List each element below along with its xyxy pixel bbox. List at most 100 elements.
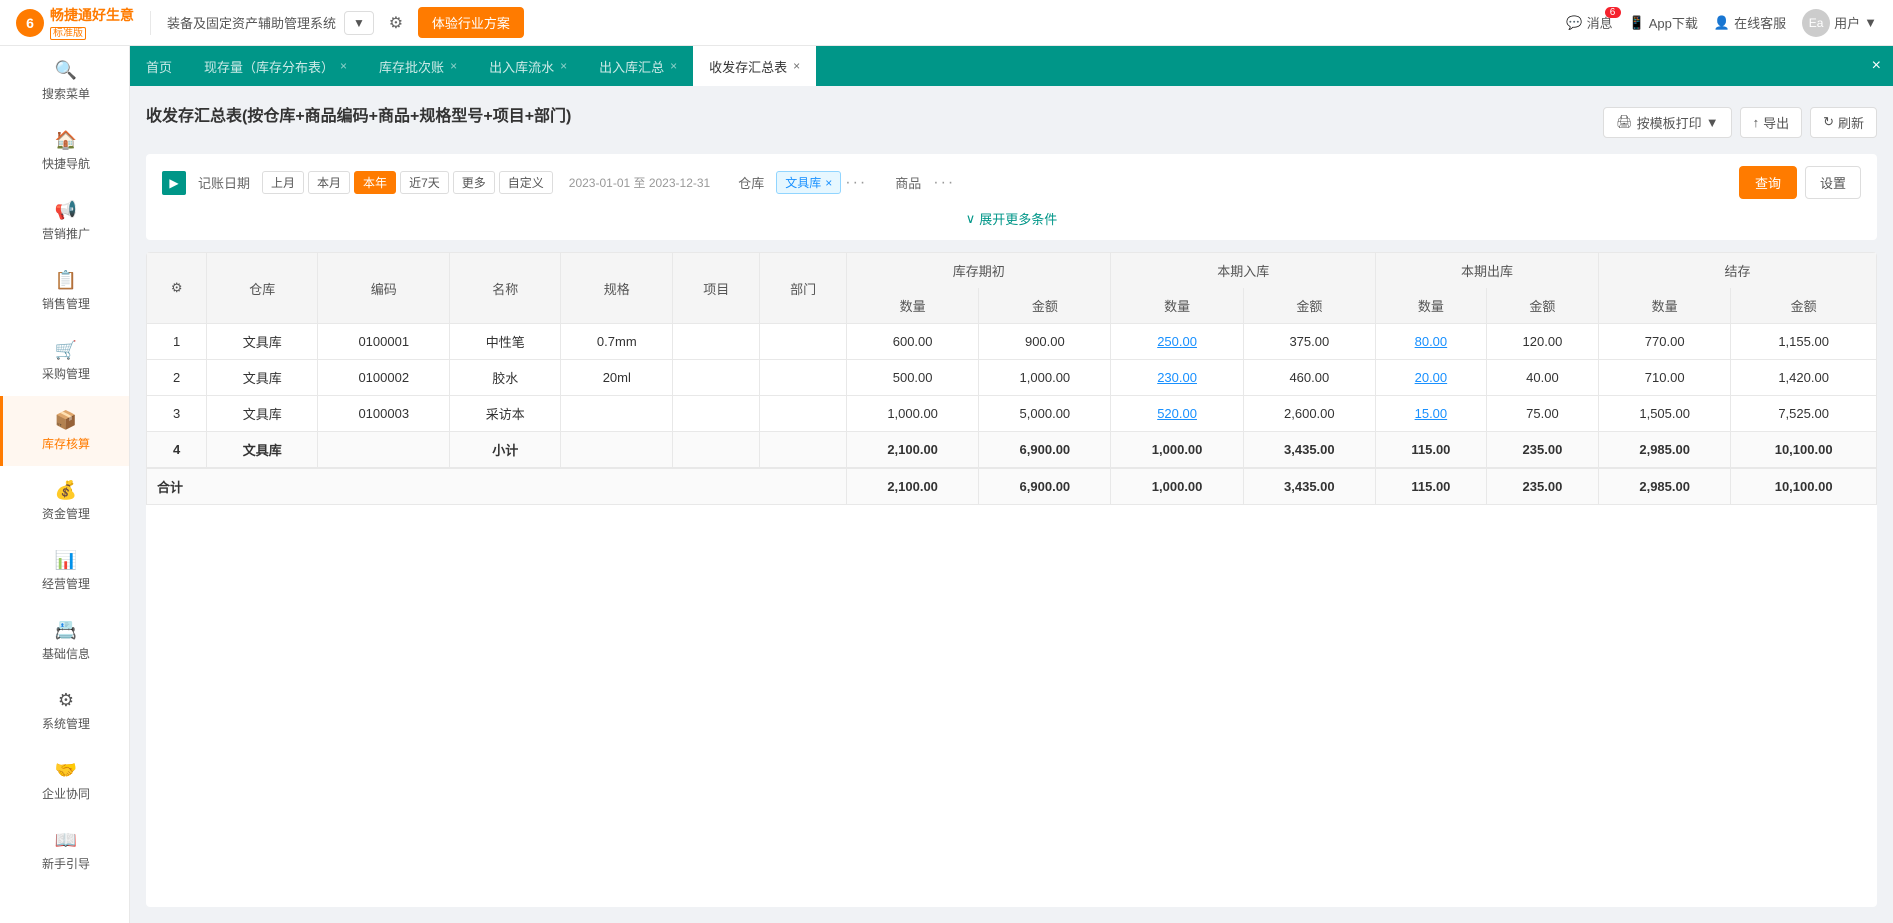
query-button[interactable]: 查询 xyxy=(1739,166,1797,199)
cell-goods-name: 中性笔 xyxy=(450,324,561,360)
table-row: 1 文具库 0100001 中性笔 0.7mm 600.00 900.00 25… xyxy=(147,324,1877,360)
th-settings[interactable]: ⚙ xyxy=(147,253,207,324)
warehouse-tag[interactable]: 文具库 × xyxy=(776,171,841,194)
sidebar-label-base-info: 基础信息 xyxy=(42,645,90,662)
finance-icon: 💰 xyxy=(55,480,77,501)
cell-in-amount: 3,435.00 xyxy=(1243,432,1375,469)
tab-current-stock[interactable]: 现存量（库存分布表） × xyxy=(188,46,363,86)
cell-out-qty[interactable]: 15.00 xyxy=(1375,396,1486,432)
date-this-year[interactable]: 本年 xyxy=(354,171,396,194)
th-closing-qty: 数量 xyxy=(1599,288,1731,324)
cell-opening-amount: 1,000.00 xyxy=(979,360,1111,396)
query-action-area: 查询 设置 xyxy=(1739,166,1861,199)
warehouse-dots[interactable]: ··· xyxy=(845,174,867,192)
cell-out-amount: 40.00 xyxy=(1486,360,1598,396)
service-icon: 👤 xyxy=(1714,15,1730,31)
online-service-button[interactable]: 👤 在线客服 xyxy=(1714,13,1786,32)
print-icon: 🖨 xyxy=(1616,114,1633,130)
sidebar-item-inventory[interactable]: 📦 库存核算 xyxy=(0,396,129,466)
tab-bar: 首页 现存量（库存分布表） × 库存批次账 × 出入库流水 × 出入库汇总 × … xyxy=(130,46,1893,86)
tab-receive-send[interactable]: 收发存汇总表 × xyxy=(693,46,816,86)
sidebar-label-system: 系统管理 xyxy=(42,715,90,732)
cell-in-qty[interactable]: 250.00 xyxy=(1111,324,1243,360)
filter-expand-arrow[interactable]: ▶ xyxy=(162,171,186,195)
tab-in-out-summary[interactable]: 出入库汇总 × xyxy=(583,46,693,86)
print-button[interactable]: 🖨 按模板打印 ▼ xyxy=(1603,107,1731,138)
expand-more-conditions[interactable]: ∨ 展开更多条件 xyxy=(966,209,1058,228)
tab-receive-send-close[interactable]: × xyxy=(793,59,800,73)
th-out: 本期出库 xyxy=(1375,253,1598,289)
sidebar-item-enterprise[interactable]: 🤝 企业协同 xyxy=(0,746,129,816)
sidebar-item-base-info[interactable]: 📇 基础信息 xyxy=(0,606,129,676)
date-custom[interactable]: 自定义 xyxy=(499,171,553,194)
app-download-button[interactable]: 📱 App下载 xyxy=(1629,13,1698,32)
chevron-down-icon: ▼ xyxy=(1864,15,1877,30)
system-icon: ⚙ xyxy=(58,690,74,711)
th-goods-name: 名称 xyxy=(450,253,561,324)
th-closing-amount: 金额 xyxy=(1731,288,1877,324)
cell-out-qty[interactable]: 20.00 xyxy=(1375,360,1486,396)
sidebar-item-sales[interactable]: 📋 销售管理 xyxy=(0,256,129,326)
cell-in-qty[interactable]: 520.00 xyxy=(1111,396,1243,432)
date-more[interactable]: 更多 xyxy=(453,171,495,194)
sidebar-item-search[interactable]: 🔍 搜索菜单 xyxy=(0,46,129,116)
guide-icon: 📖 xyxy=(55,830,77,851)
phone-icon: 📱 xyxy=(1629,15,1645,31)
sidebar-item-finance[interactable]: 💰 资金管理 xyxy=(0,466,129,536)
gear-button[interactable]: ⚙ xyxy=(382,9,410,37)
inventory-icon: 📦 xyxy=(55,410,77,431)
tab-current-stock-label: 现存量（库存分布表） xyxy=(204,57,334,76)
page-content: 收发存汇总表(按仓库+商品编码+商品+规格型号+项目+部门) 🖨 按模板打印 ▼… xyxy=(130,86,1893,923)
sidebar-item-marketing[interactable]: 📢 营销推广 xyxy=(0,186,129,256)
sidebar-item-purchase[interactable]: 🛒 采购管理 xyxy=(0,326,129,396)
message-button[interactable]: 💬 消息 6 xyxy=(1566,13,1612,32)
trial-button[interactable]: 体验行业方案 xyxy=(418,7,524,38)
table-row: 4 文具库 小计 2,100.00 6,900.00 1,000.00 3,43… xyxy=(147,432,1877,469)
sidebar-label-finance: 资金管理 xyxy=(42,505,90,522)
date-last-month[interactable]: 上月 xyxy=(262,171,304,194)
cell-out-qty[interactable]: 80.00 xyxy=(1375,324,1486,360)
tab-batch-account-close[interactable]: × xyxy=(450,59,457,73)
th-project: 项目 xyxy=(673,253,760,324)
tab-in-out-summary-close[interactable]: × xyxy=(670,59,677,73)
refresh-button[interactable]: ↻ 刷新 xyxy=(1810,107,1877,138)
tab-current-stock-close[interactable]: × xyxy=(340,59,347,73)
chevron-down-icon: ▼ xyxy=(353,16,365,30)
date-this-month[interactable]: 本月 xyxy=(308,171,350,194)
export-button[interactable]: ↑ 导出 xyxy=(1740,107,1803,138)
cell-opening-amount: 5,000.00 xyxy=(979,396,1111,432)
th-department: 部门 xyxy=(760,253,847,324)
cell-opening-qty: 1,000.00 xyxy=(847,396,979,432)
user-menu-button[interactable]: Ea 用户 ▼ xyxy=(1802,9,1877,37)
warehouse-tag-close-icon[interactable]: × xyxy=(825,176,832,190)
cell-in-amount: 375.00 xyxy=(1243,324,1375,360)
avatar: Ea xyxy=(1802,9,1830,37)
set-button[interactable]: 设置 xyxy=(1805,166,1861,199)
logo-icon: 6 xyxy=(16,9,44,37)
date-last-7-days[interactable]: 近7天 xyxy=(400,171,449,194)
cell-department xyxy=(760,324,847,360)
cell-department xyxy=(760,360,847,396)
cell-out-amount: 75.00 xyxy=(1486,396,1598,432)
cell-in-qty[interactable]: 230.00 xyxy=(1111,360,1243,396)
tab-home[interactable]: 首页 xyxy=(130,46,188,86)
sidebar-label-guide: 新手引导 xyxy=(42,855,90,872)
chevron-down-icon: ▼ xyxy=(1706,115,1719,130)
sidebar-item-system[interactable]: ⚙ 系统管理 xyxy=(0,676,129,746)
sidebar-item-operations[interactable]: 📊 经营管理 xyxy=(0,536,129,606)
sidebar-label-enterprise: 企业协同 xyxy=(42,785,90,802)
main-layout: 🔍 搜索菜单 🏠 快捷导航 📢 营销推广 📋 销售管理 🛒 采购管理 📦 库存核… xyxy=(0,46,1893,923)
tab-bar-close-all[interactable]: × xyxy=(1860,57,1893,75)
cell-closing-qty: 710.00 xyxy=(1599,360,1731,396)
sidebar-item-quick-nav[interactable]: 🏠 快捷导航 xyxy=(0,116,129,186)
system-title: 装备及固定资产辅助管理系统 xyxy=(167,13,336,32)
cell-num: 4 xyxy=(147,432,207,469)
tab-in-out-flow-close[interactable]: × xyxy=(560,59,567,73)
sidebar-item-guide[interactable]: 📖 新手引导 xyxy=(0,816,129,886)
goods-dots[interactable]: ··· xyxy=(933,174,955,192)
tab-in-out-flow[interactable]: 出入库流水 × xyxy=(473,46,583,86)
tab-batch-account[interactable]: 库存批次账 × xyxy=(363,46,473,86)
date-buttons: 上月 本月 本年 近7天 更多 自定义 xyxy=(262,171,553,194)
system-selector[interactable]: ▼ xyxy=(344,11,374,35)
table-settings-icon[interactable]: ⚙ xyxy=(171,280,183,295)
